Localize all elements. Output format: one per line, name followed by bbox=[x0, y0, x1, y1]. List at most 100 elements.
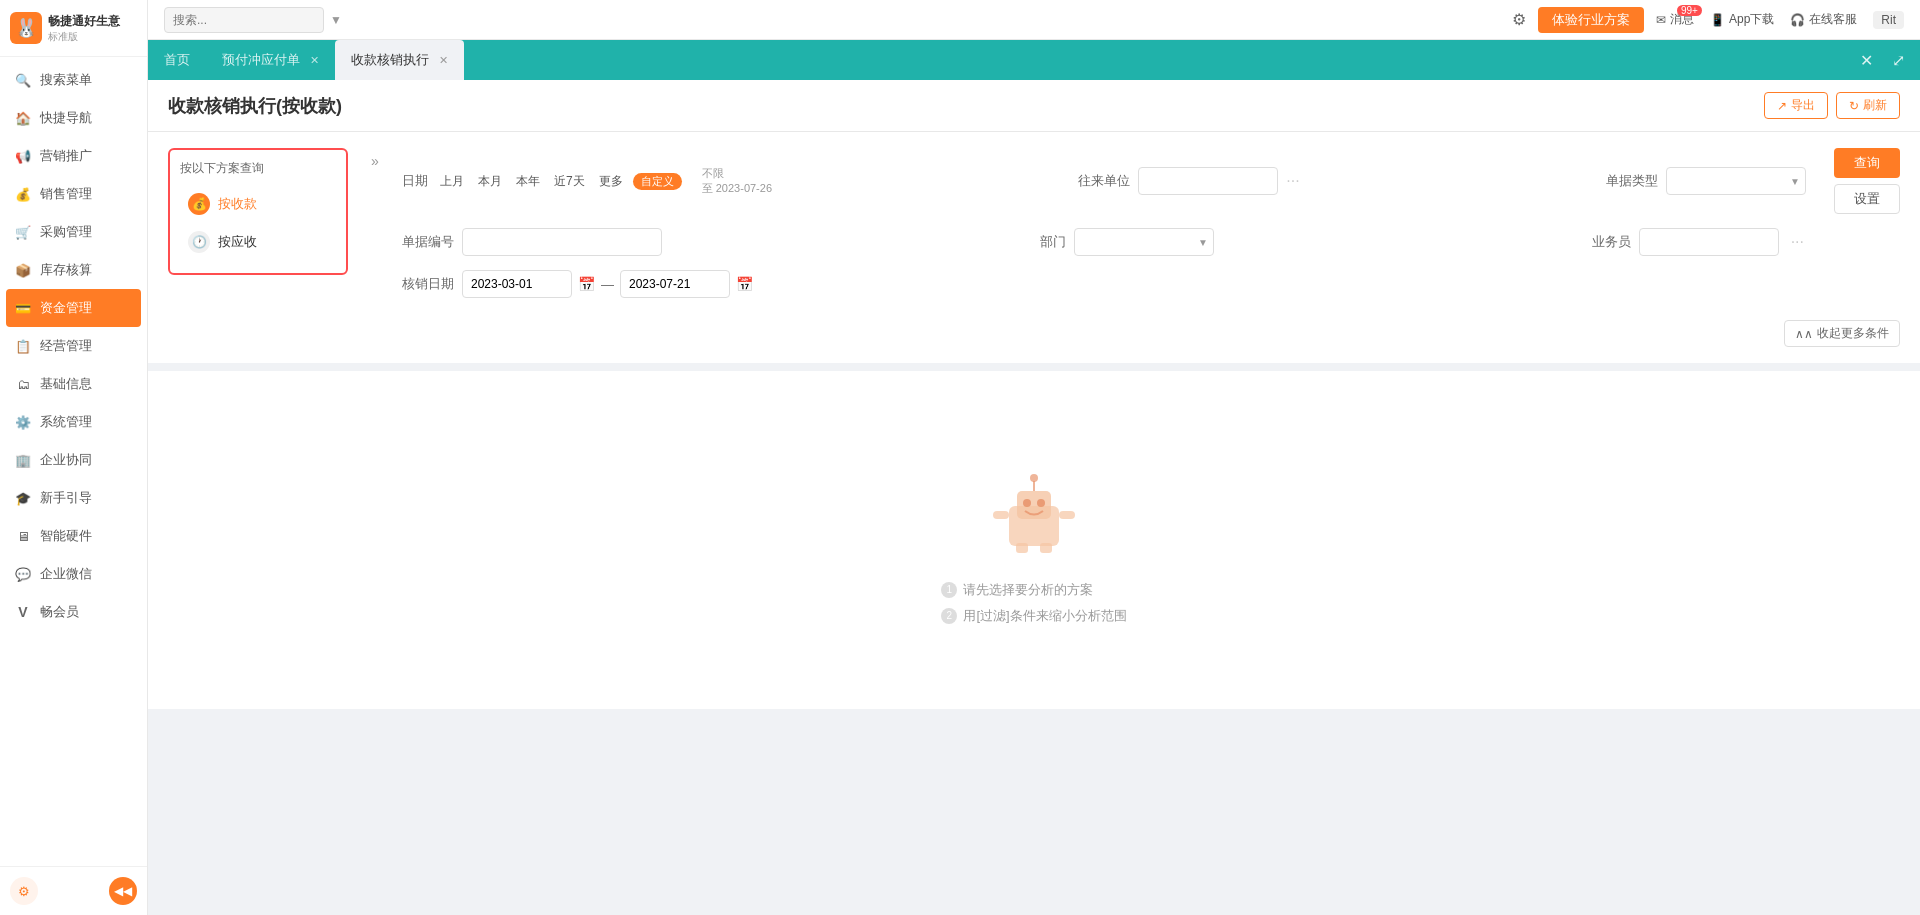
shortcut-icon: 🏠 bbox=[14, 109, 32, 127]
counterpart-more-icon[interactable]: ··· bbox=[1286, 172, 1299, 190]
sidebar-bottom: ⚙ ◀◀ bbox=[0, 866, 147, 915]
settings-button[interactable]: 设置 bbox=[1834, 184, 1900, 214]
dept-select[interactable] bbox=[1074, 228, 1214, 256]
tab-receipts[interactable]: 收款核销执行 ✕ bbox=[335, 40, 464, 80]
tabbar-actions: ✕ ⤢ bbox=[1852, 46, 1920, 74]
dept-select-wrapper: ▼ bbox=[1074, 228, 1214, 256]
date-btn-last-month[interactable]: 上月 bbox=[436, 171, 468, 192]
filter-area: 按以下方案查询 💰 按收款 🕐 按应收 » 日期 bbox=[148, 132, 1920, 363]
filter-doc-no-field: 单据编号 bbox=[402, 228, 662, 256]
sidebar-item-hardware[interactable]: 🖥 智能硬件 bbox=[0, 517, 147, 555]
svg-rect-7 bbox=[1059, 511, 1075, 519]
sidebar-item-purchase[interactable]: 🛒 采购管理 bbox=[0, 213, 147, 251]
date-btn-this-month[interactable]: 本月 bbox=[474, 171, 506, 192]
date-btn-more[interactable]: 更多 bbox=[595, 171, 627, 192]
tab-expand-icon[interactable]: ⤢ bbox=[1884, 46, 1912, 74]
topbar-online-service[interactable]: 🎧 在线客服 bbox=[1790, 11, 1857, 28]
by-receipt-icon: 💰 bbox=[188, 193, 210, 215]
topbar-gear-icon[interactable]: ⚙ bbox=[1512, 10, 1526, 29]
topbar-app-download[interactable]: 📱 App下载 bbox=[1710, 11, 1774, 28]
date-btn-this-year[interactable]: 本年 bbox=[512, 171, 544, 192]
topbar-right: ✉ 消息 99+ 📱 App下载 🎧 在线客服 Rit bbox=[1656, 11, 1904, 29]
topbar-search-area: ▼ bbox=[164, 7, 1500, 33]
tab-prepay[interactable]: 预付冲应付单 ✕ bbox=[206, 40, 335, 80]
sidebar-item-inventory[interactable]: 📦 库存核算 bbox=[0, 251, 147, 289]
doc-no-label: 单据编号 bbox=[402, 233, 454, 251]
message-badge: 99+ bbox=[1677, 5, 1702, 16]
sidebar-item-funds[interactable]: 💳 资金管理 bbox=[6, 289, 141, 327]
tab-home[interactable]: 首页 bbox=[148, 40, 206, 80]
topbar-message-button[interactable]: ✉ 消息 99+ bbox=[1656, 11, 1694, 28]
sidebar-item-operation[interactable]: 📋 经营管理 bbox=[0, 327, 147, 365]
verify-date-start-calendar-icon[interactable]: 📅 bbox=[578, 276, 595, 292]
sidebar-item-guide[interactable]: 🎓 新手引导 bbox=[0, 479, 147, 517]
svg-rect-8 bbox=[1016, 543, 1028, 553]
sidebar-item-basic[interactable]: 🗂 基础信息 bbox=[0, 365, 147, 403]
industry-solution-button[interactable]: 体验行业方案 bbox=[1538, 7, 1644, 33]
filter-verify-date-field: 核销日期 📅 — 📅 bbox=[402, 270, 753, 298]
refresh-button[interactable]: ↻ 刷新 bbox=[1836, 92, 1900, 119]
sidebar-item-sales[interactable]: 💰 销售管理 bbox=[0, 175, 147, 213]
salesperson-input[interactable] bbox=[1639, 228, 1779, 256]
tab-close-receipts[interactable]: ✕ bbox=[439, 54, 448, 67]
filter-counterpart-field: 往来单位 ··· bbox=[1078, 167, 1299, 195]
tab-close-all-icon[interactable]: ✕ bbox=[1852, 46, 1880, 74]
topbar-dropdown-arrow[interactable]: ▼ bbox=[330, 13, 342, 27]
sidebar-collapse-button[interactable]: ◀◀ bbox=[109, 877, 137, 905]
enterprise-icon: 🏢 bbox=[14, 451, 32, 469]
date-range-display: 不限 至 2023-07-26 bbox=[702, 166, 772, 196]
filter-fields: 日期 上月 本月 本年 近7天 更多 自定义 不限 至 2023-07-26 bbox=[402, 148, 1900, 347]
sidebar-logo: 🐰 畅捷通好生意 标准版 bbox=[0, 0, 147, 57]
date-label: 日期 bbox=[402, 172, 428, 190]
filter-row-1: 日期 上月 本月 本年 近7天 更多 自定义 不限 至 2023-07-26 bbox=[402, 148, 1900, 214]
date-shortcuts: 上月 本月 本年 近7天 更多 自定义 bbox=[436, 171, 682, 192]
query-button[interactable]: 查询 bbox=[1834, 148, 1900, 178]
empty-state: 1 请先选择要分析的方案 2 用[过滤]条件来缩小分析范围 bbox=[148, 371, 1920, 709]
salesperson-more-icon[interactable]: ··· bbox=[1791, 233, 1804, 251]
sidebar-item-shortcut[interactable]: 🏠 快捷导航 bbox=[0, 99, 147, 137]
counterpart-input[interactable] bbox=[1138, 167, 1278, 195]
settings-icon[interactable]: ⚙ bbox=[10, 877, 38, 905]
sales-icon: 💰 bbox=[14, 185, 32, 203]
date-btn-custom[interactable]: 自定义 bbox=[633, 173, 682, 190]
export-button[interactable]: ↗ 导出 bbox=[1764, 92, 1828, 119]
collapse-more-button[interactable]: ∧∧ 收起更多条件 bbox=[1784, 320, 1900, 347]
step-num-1: 1 bbox=[941, 582, 957, 598]
sidebar-item-system[interactable]: ⚙️ 系统管理 bbox=[0, 403, 147, 441]
sidebar-item-wechat[interactable]: 💬 企业微信 bbox=[0, 555, 147, 593]
by-receivable-icon: 🕐 bbox=[188, 231, 210, 253]
guide-icon: 🎓 bbox=[14, 489, 32, 507]
collapse-more-wrapper: ∧∧ 收起更多条件 bbox=[402, 312, 1900, 347]
filter-box-title: 按以下方案查询 bbox=[180, 160, 336, 177]
empty-tip-1: 1 请先选择要分析的方案 bbox=[941, 577, 1126, 603]
doc-no-input[interactable] bbox=[462, 228, 662, 256]
headset-icon: 🎧 bbox=[1790, 13, 1805, 27]
filter-option-by-receipt[interactable]: 💰 按收款 bbox=[180, 187, 336, 221]
topbar-search-input[interactable] bbox=[164, 7, 324, 33]
filter-panel-collapse[interactable]: » bbox=[364, 150, 386, 172]
counterpart-label: 往来单位 bbox=[1078, 172, 1130, 190]
filter-buttons: 查询 设置 bbox=[1834, 148, 1900, 214]
verify-date-end-calendar-icon[interactable]: 📅 bbox=[736, 276, 753, 292]
sidebar-item-enterprise[interactable]: 🏢 企业协同 bbox=[0, 441, 147, 479]
app-logo-icon: 🐰 bbox=[10, 12, 42, 44]
hardware-icon: 🖥 bbox=[14, 527, 32, 545]
doc-type-select[interactable] bbox=[1666, 167, 1806, 195]
doc-type-label: 单据类型 bbox=[1606, 172, 1658, 190]
tabbar: 首页 预付冲应付单 ✕ 收款核销执行 ✕ ✕ ⤢ bbox=[148, 40, 1920, 80]
topbar-user-info[interactable]: Rit bbox=[1873, 11, 1904, 29]
date-btn-7days[interactable]: 近7天 bbox=[550, 171, 589, 192]
verify-date-start-input[interactable] bbox=[462, 270, 572, 298]
sidebar-nav: 🔍 搜索菜单 🏠 快捷导航 📢 营销推广 💰 销售管理 🛒 采购管理 📦 库存核… bbox=[0, 57, 147, 866]
verify-date-end-input[interactable] bbox=[620, 270, 730, 298]
sidebar-item-member[interactable]: V 畅会员 bbox=[0, 593, 147, 631]
by-receipt-label: 按收款 bbox=[218, 195, 257, 213]
message-icon: ✉ bbox=[1656, 13, 1666, 27]
page-actions: ↗ 导出 ↻ 刷新 bbox=[1764, 92, 1900, 119]
page-title: 收款核销执行(按收款) bbox=[168, 94, 342, 118]
filter-option-by-receivable[interactable]: 🕐 按应收 bbox=[180, 225, 336, 259]
tab-close-prepay[interactable]: ✕ bbox=[310, 54, 319, 67]
sidebar-item-marketing[interactable]: 📢 营销推广 bbox=[0, 137, 147, 175]
sidebar-item-search[interactable]: 🔍 搜索菜单 bbox=[0, 61, 147, 99]
wechat-icon: 💬 bbox=[14, 565, 32, 583]
